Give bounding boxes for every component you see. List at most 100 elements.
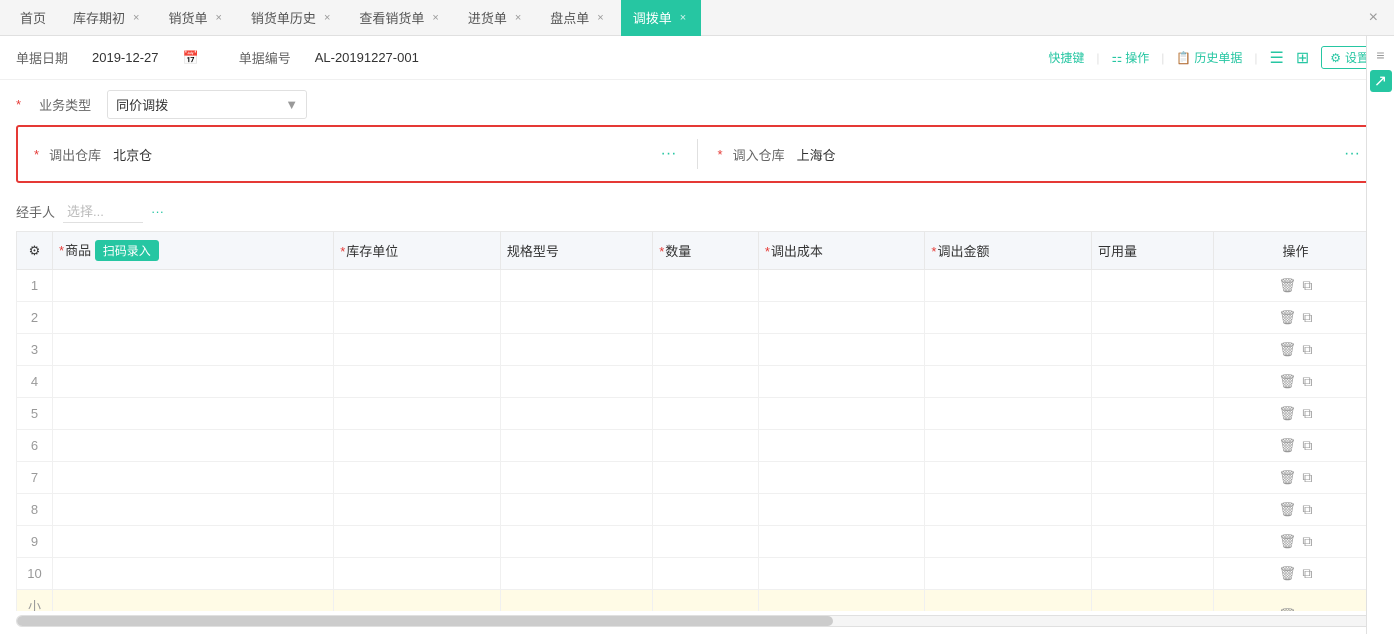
row-5-unit[interactable] (334, 398, 501, 430)
th-gear[interactable]: ⚙ (17, 232, 53, 270)
row-4-copy-icon[interactable]: ⧉ (1302, 373, 1312, 390)
row-6-delete-icon[interactable]: 🗑 (1279, 437, 1297, 454)
row-8-product[interactable] (53, 494, 334, 526)
row-2-spec[interactable] (500, 302, 652, 334)
tab-stocktake[interactable]: 盘点单 × (538, 0, 618, 36)
row-1-copy-icon[interactable]: ⧉ (1302, 277, 1312, 294)
row-6-unit[interactable] (334, 430, 501, 462)
row-4-cost[interactable] (758, 366, 925, 398)
tab-close-purchase-order[interactable]: × (513, 11, 523, 25)
view-toggle-grid[interactable]: ⊞ (1296, 48, 1309, 68)
row-10-product[interactable] (53, 558, 334, 590)
row-10-spec[interactable] (500, 558, 652, 590)
row-1-amount[interactable] (925, 270, 1092, 302)
row-10-cost[interactable] (758, 558, 925, 590)
row-6-spec[interactable] (500, 430, 652, 462)
row-4-amount[interactable] (925, 366, 1092, 398)
row-9-unit[interactable] (334, 526, 501, 558)
row-9-copy-icon[interactable]: ⧉ (1302, 533, 1312, 550)
row-1-cost[interactable] (758, 270, 925, 302)
row-9-cost[interactable] (758, 526, 925, 558)
tab-close-sales-order[interactable]: × (213, 11, 223, 25)
row-9-amount[interactable] (925, 526, 1092, 558)
row-3-quantity[interactable] (653, 334, 759, 366)
row-7-quantity[interactable] (653, 462, 759, 494)
tab-view-sales[interactable]: 查看销货单 × (347, 0, 453, 36)
tab-close-stocktake[interactable]: × (595, 11, 605, 25)
row-1-delete-icon[interactable]: 🗑 (1279, 277, 1297, 294)
row-10-copy-icon[interactable]: ⧉ (1302, 565, 1312, 582)
row-10-quantity[interactable] (653, 558, 759, 590)
history-link[interactable]: 📋 历史单据 (1176, 49, 1242, 66)
row-2-delete-icon[interactable]: 🗑 (1279, 309, 1297, 326)
row-8-cost[interactable] (758, 494, 925, 526)
row-5-copy-icon[interactable]: ⧉ (1302, 405, 1312, 422)
scan-button[interactable]: 扫码录入 (95, 240, 159, 261)
row-3-cost[interactable] (758, 334, 925, 366)
row-1-quantity[interactable] (653, 270, 759, 302)
row-5-spec[interactable] (500, 398, 652, 430)
row-5-cost[interactable] (758, 398, 925, 430)
row-8-spec[interactable] (500, 494, 652, 526)
row-9-product[interactable] (53, 526, 334, 558)
horizontal-scrollbar[interactable] (16, 615, 1378, 627)
row-9-delete-icon[interactable]: 🗑 (1279, 533, 1297, 550)
row-7-amount[interactable] (925, 462, 1092, 494)
row-4-unit[interactable] (334, 366, 501, 398)
row-1-unit[interactable] (334, 270, 501, 302)
tab-purchase-order[interactable]: 进货单 × (456, 0, 536, 36)
row-8-delete-icon[interactable]: 🗑 (1279, 501, 1297, 518)
subtotal-copy-icon[interactable]: ⧉ (1302, 607, 1312, 612)
row-7-product[interactable] (53, 462, 334, 494)
row-8-unit[interactable] (334, 494, 501, 526)
row-3-amount[interactable] (925, 334, 1092, 366)
row-5-product[interactable] (53, 398, 334, 430)
row-5-quantity[interactable] (653, 398, 759, 430)
row-3-delete-icon[interactable]: 🗑 (1279, 341, 1297, 358)
tab-close-view-sales[interactable]: × (430, 11, 440, 25)
row-3-spec[interactable] (500, 334, 652, 366)
row-4-product[interactable] (53, 366, 334, 398)
out-warehouse-more[interactable]: ··· (661, 145, 677, 163)
row-4-delete-icon[interactable]: 🗑 (1279, 373, 1297, 390)
row-10-amount[interactable] (925, 558, 1092, 590)
tab-transfer[interactable]: 调拨单 × (621, 0, 701, 36)
row-8-copy-icon[interactable]: ⧉ (1302, 501, 1312, 518)
row-5-amount[interactable] (925, 398, 1092, 430)
row-8-amount[interactable] (925, 494, 1092, 526)
in-warehouse-more[interactable]: ··· (1344, 145, 1360, 163)
row-5-delete-icon[interactable]: 🗑 (1279, 405, 1297, 422)
gear-icon[interactable]: ⚙ (29, 243, 41, 258)
operations-link[interactable]: ⚏ 操作 (1111, 49, 1149, 66)
shortcuts-link[interactable]: 快捷键 (1048, 49, 1084, 66)
row-9-quantity[interactable] (653, 526, 759, 558)
row-3-unit[interactable] (334, 334, 501, 366)
row-7-spec[interactable] (500, 462, 652, 494)
subtotal-delete-icon[interactable]: 🗑 (1279, 607, 1297, 612)
row-8-quantity[interactable] (653, 494, 759, 526)
window-close-button[interactable]: × (1361, 5, 1386, 31)
row-6-cost[interactable] (758, 430, 925, 462)
tab-close-sales-history[interactable]: × (322, 11, 332, 25)
row-1-product[interactable] (53, 270, 334, 302)
tab-sales-history[interactable]: 销货单历史 × (239, 0, 345, 36)
calendar-icon[interactable]: 📅 (183, 50, 199, 66)
sidebar-export-icon[interactable]: ↗ (1370, 70, 1392, 92)
view-toggle-list[interactable]: ☰ (1269, 48, 1283, 68)
row-6-amount[interactable] (925, 430, 1092, 462)
row-7-delete-icon[interactable]: 🗑 (1279, 469, 1297, 486)
row-3-product[interactable] (53, 334, 334, 366)
row-1-spec[interactable] (500, 270, 652, 302)
tab-home[interactable]: 首页 (8, 0, 59, 36)
handler-input[interactable]: 选择... (63, 199, 143, 223)
row-6-product[interactable] (53, 430, 334, 462)
row-2-copy-icon[interactable]: ⧉ (1302, 309, 1312, 326)
sidebar-list-icon[interactable]: ≡ (1370, 44, 1392, 66)
row-2-quantity[interactable] (653, 302, 759, 334)
row-3-copy-icon[interactable]: ⧉ (1302, 341, 1312, 358)
row-2-unit[interactable] (334, 302, 501, 334)
tab-inventory-init[interactable]: 库存期初 × (61, 0, 154, 36)
tab-close-inventory-init[interactable]: × (131, 11, 141, 25)
row-6-copy-icon[interactable]: ⧉ (1302, 437, 1312, 454)
row-7-copy-icon[interactable]: ⧉ (1302, 469, 1312, 486)
